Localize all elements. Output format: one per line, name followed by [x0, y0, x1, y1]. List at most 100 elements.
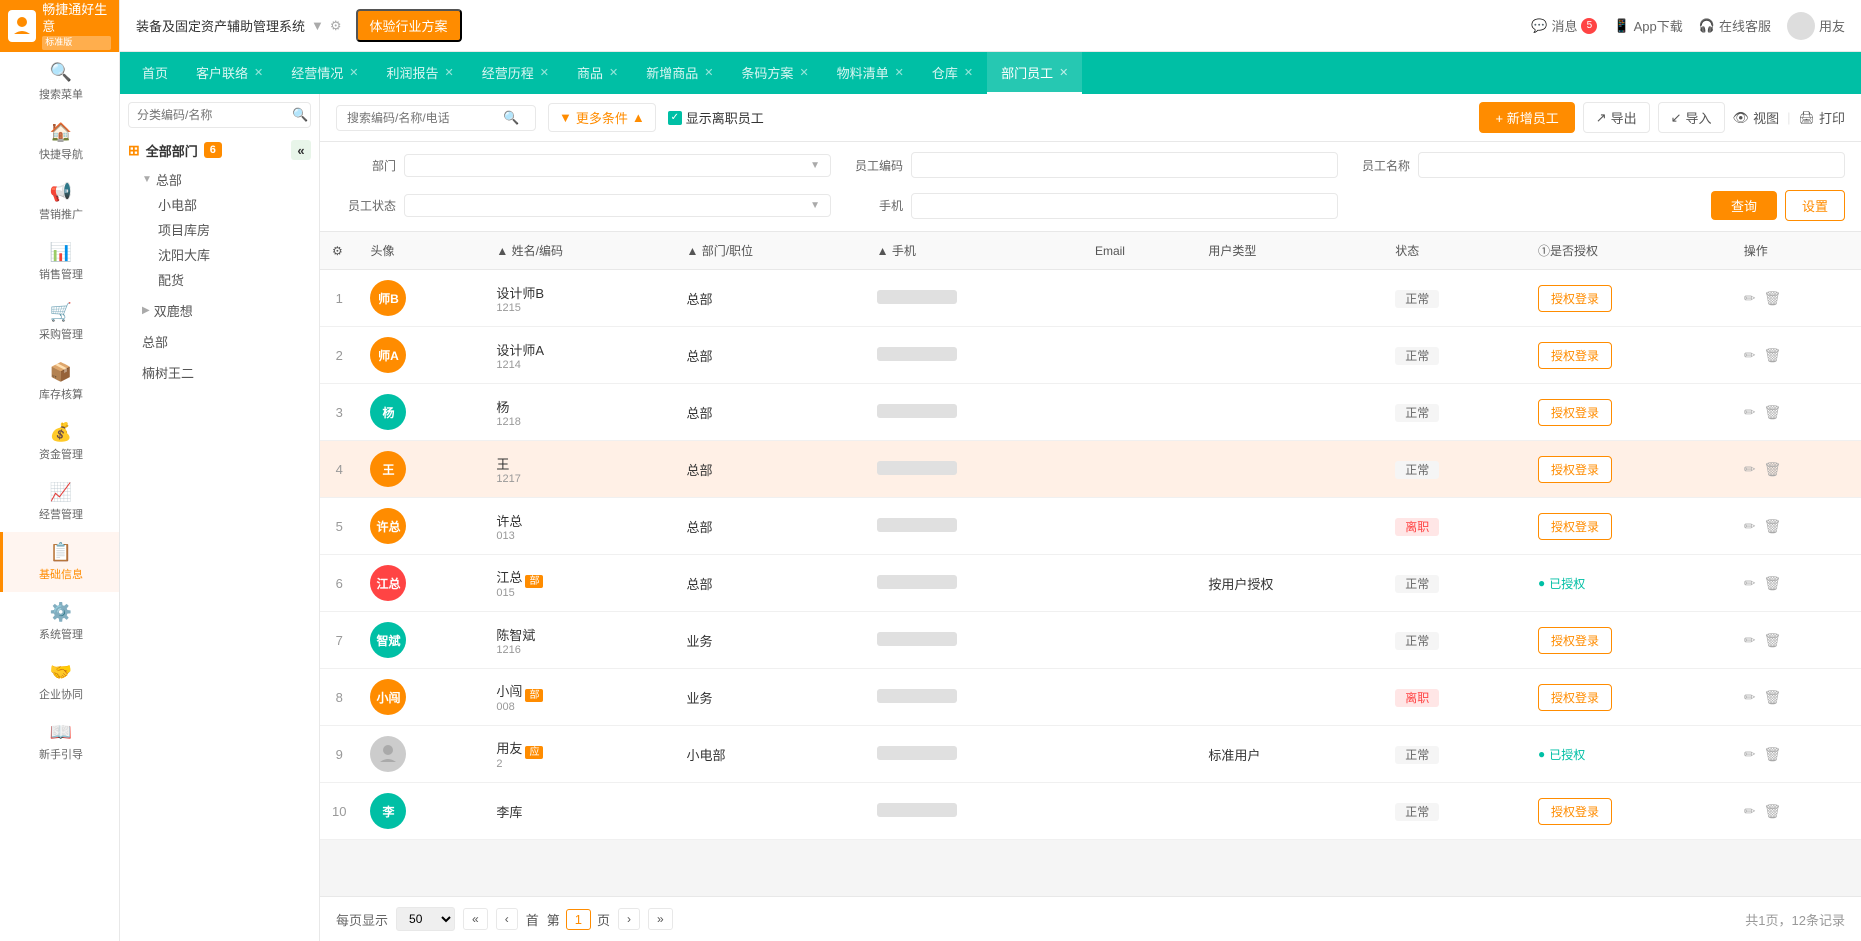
- tab-profit[interactable]: 利润报告 ✕: [372, 52, 467, 94]
- settings-icon[interactable]: ⚙: [330, 18, 342, 34]
- delete-icon[interactable]: 🗑: [1764, 518, 1782, 535]
- dept-node-distribution[interactable]: 配货: [152, 267, 311, 292]
- print-button[interactable]: 🖨 打印: [1798, 108, 1845, 127]
- sidebar-item-search[interactable]: 🔍 搜索菜单: [0, 52, 119, 112]
- tab-close-icon[interactable]: ✕: [349, 66, 358, 79]
- tab-close-icon[interactable]: ✕: [254, 66, 263, 79]
- tab-employees[interactable]: 部门员工 ✕: [987, 52, 1082, 94]
- phone-input[interactable]: [911, 193, 1338, 219]
- search-input[interactable]: [347, 111, 497, 125]
- dept-search-input[interactable]: [137, 108, 292, 122]
- delete-icon[interactable]: 🗑: [1764, 689, 1782, 706]
- delete-icon[interactable]: 🗑: [1764, 746, 1782, 763]
- show-resigned-toggle[interactable]: ✓ 显示离职员工: [668, 108, 764, 127]
- edit-icon[interactable]: ✏: [1744, 518, 1756, 535]
- authorize-button[interactable]: 授权登录: [1538, 342, 1612, 369]
- tab-history[interactable]: 经营历程 ✕: [468, 52, 563, 94]
- tab-close-icon[interactable]: ✕: [1059, 66, 1068, 79]
- query-button[interactable]: 查询: [1711, 191, 1777, 220]
- emp-status-select[interactable]: ▼: [404, 194, 831, 217]
- authorize-button[interactable]: 授权登录: [1538, 285, 1612, 312]
- prev-prev-btn[interactable]: «: [463, 908, 488, 930]
- authorize-button[interactable]: 授权登录: [1538, 513, 1612, 540]
- delete-icon[interactable]: 🗑: [1764, 290, 1782, 307]
- page-size-select[interactable]: 50 100 200: [396, 907, 455, 931]
- authorize-button[interactable]: 授权登录: [1538, 684, 1612, 711]
- delete-icon[interactable]: 🗑: [1764, 461, 1782, 478]
- dept-node-shuanglu-row[interactable]: ▶ 双鹿想: [136, 298, 311, 323]
- next-btn[interactable]: ›: [618, 908, 640, 930]
- search-box[interactable]: 🔍: [336, 105, 536, 131]
- edit-icon[interactable]: ✏: [1744, 404, 1756, 421]
- dept-node-project[interactable]: 项目库房: [152, 217, 311, 242]
- edit-icon[interactable]: ✏: [1744, 746, 1756, 763]
- tab-barcode[interactable]: 条码方案 ✕: [727, 52, 822, 94]
- sidebar-item-inventory[interactable]: 📦 库存核算: [0, 352, 119, 412]
- tab-close-icon[interactable]: ✕: [799, 66, 808, 79]
- import-button[interactable]: ↙ 导入: [1658, 102, 1725, 133]
- more-conditions-btn[interactable]: ▼ 更多条件 ▲: [548, 103, 656, 132]
- delete-icon[interactable]: 🗑: [1764, 803, 1782, 820]
- view-button[interactable]: 👁 视图: [1733, 108, 1780, 127]
- dept-node-general-row[interactable]: ▼ 总部: [136, 167, 311, 192]
- sidebar-item-marketing[interactable]: 📢 营销推广: [0, 172, 119, 232]
- tab-warehouse[interactable]: 仓库 ✕: [918, 52, 987, 94]
- dept-node-hq-row[interactable]: 总部: [136, 329, 311, 354]
- sidebar-item-guide[interactable]: 📖 新手引导: [0, 712, 119, 772]
- last-btn[interactable]: »: [648, 908, 673, 930]
- tab-goods[interactable]: 商品 ✕: [563, 52, 632, 94]
- tab-close-icon[interactable]: ✕: [445, 66, 454, 79]
- delete-icon[interactable]: 🗑: [1764, 575, 1782, 592]
- collapse-btn[interactable]: «: [291, 140, 311, 160]
- tab-close-icon[interactable]: ✕: [895, 66, 904, 79]
- phone-col-header[interactable]: ▲ 手机: [865, 232, 1083, 270]
- sidebar-item-collab[interactable]: 🤝 企业协同: [0, 652, 119, 712]
- add-employee-button[interactable]: + 新增员工: [1479, 102, 1574, 133]
- dept-node-small-electric[interactable]: 小电部: [152, 192, 311, 217]
- app-download-btn[interactable]: 📱 App下载: [1613, 16, 1682, 35]
- dept-col-header[interactable]: ▲ 部门/职位: [675, 232, 865, 270]
- prev-btn[interactable]: ‹: [496, 908, 518, 930]
- delete-icon[interactable]: 🗑: [1764, 632, 1782, 649]
- tab-add-goods[interactable]: 新增商品 ✕: [632, 52, 727, 94]
- sidebar-item-finance[interactable]: 💰 资金管理: [0, 412, 119, 472]
- experience-btn[interactable]: 体验行业方案: [356, 9, 462, 42]
- tab-close-icon[interactable]: ✕: [540, 66, 549, 79]
- authorize-button[interactable]: 授权登录: [1538, 627, 1612, 654]
- edit-icon[interactable]: ✏: [1744, 575, 1756, 592]
- tab-close-icon[interactable]: ✕: [964, 66, 973, 79]
- tab-bom[interactable]: 物料清单 ✕: [823, 52, 918, 94]
- authorize-button[interactable]: 授权登录: [1538, 798, 1612, 825]
- tab-close-icon[interactable]: ✕: [609, 66, 618, 79]
- tab-close-icon[interactable]: ✕: [704, 66, 713, 79]
- edit-icon[interactable]: ✏: [1744, 689, 1756, 706]
- edit-icon[interactable]: ✏: [1744, 290, 1756, 307]
- sidebar-item-sales[interactable]: 📊 销售管理: [0, 232, 119, 292]
- sidebar-item-operations[interactable]: 📈 经营管理: [0, 472, 119, 532]
- emp-code-input[interactable]: [911, 152, 1338, 178]
- edit-icon[interactable]: ✏: [1744, 632, 1756, 649]
- tab-home[interactable]: 首页: [128, 52, 182, 94]
- dept-select[interactable]: ▼: [404, 154, 831, 177]
- authorize-button[interactable]: 授权登录: [1538, 456, 1612, 483]
- export-button[interactable]: ↗ 导出: [1583, 102, 1650, 133]
- tab-customer[interactable]: 客户联络 ✕: [182, 52, 277, 94]
- emp-name-input[interactable]: [1418, 152, 1845, 178]
- sidebar-item-nav[interactable]: 🏠 快捷导航: [0, 112, 119, 172]
- sidebar-item-purchase[interactable]: 🛒 采购管理: [0, 292, 119, 352]
- online-support-btn[interactable]: 🎧 在线客服: [1699, 16, 1771, 35]
- dept-search[interactable]: 🔍: [128, 102, 311, 128]
- message-btn[interactable]: 💬 消息 5: [1531, 16, 1597, 35]
- settings-col-header[interactable]: ⚙: [320, 232, 358, 270]
- tab-operations[interactable]: 经营情况 ✕: [277, 52, 372, 94]
- edit-icon[interactable]: ✏: [1744, 803, 1756, 820]
- edit-icon[interactable]: ✏: [1744, 347, 1756, 364]
- sidebar-item-basic-info[interactable]: 📋 基础信息: [0, 532, 119, 592]
- set-button[interactable]: 设置: [1785, 190, 1845, 221]
- delete-icon[interactable]: 🗑: [1764, 347, 1782, 364]
- name-col-header[interactable]: ▲ 姓名/编码: [484, 232, 674, 270]
- edit-icon[interactable]: ✏: [1744, 461, 1756, 478]
- dept-node-nanshu-row[interactable]: 楠树王二: [136, 360, 311, 385]
- user-menu[interactable]: 用友: [1787, 12, 1845, 40]
- dept-node-shenyang[interactable]: 沈阳大库: [152, 242, 311, 267]
